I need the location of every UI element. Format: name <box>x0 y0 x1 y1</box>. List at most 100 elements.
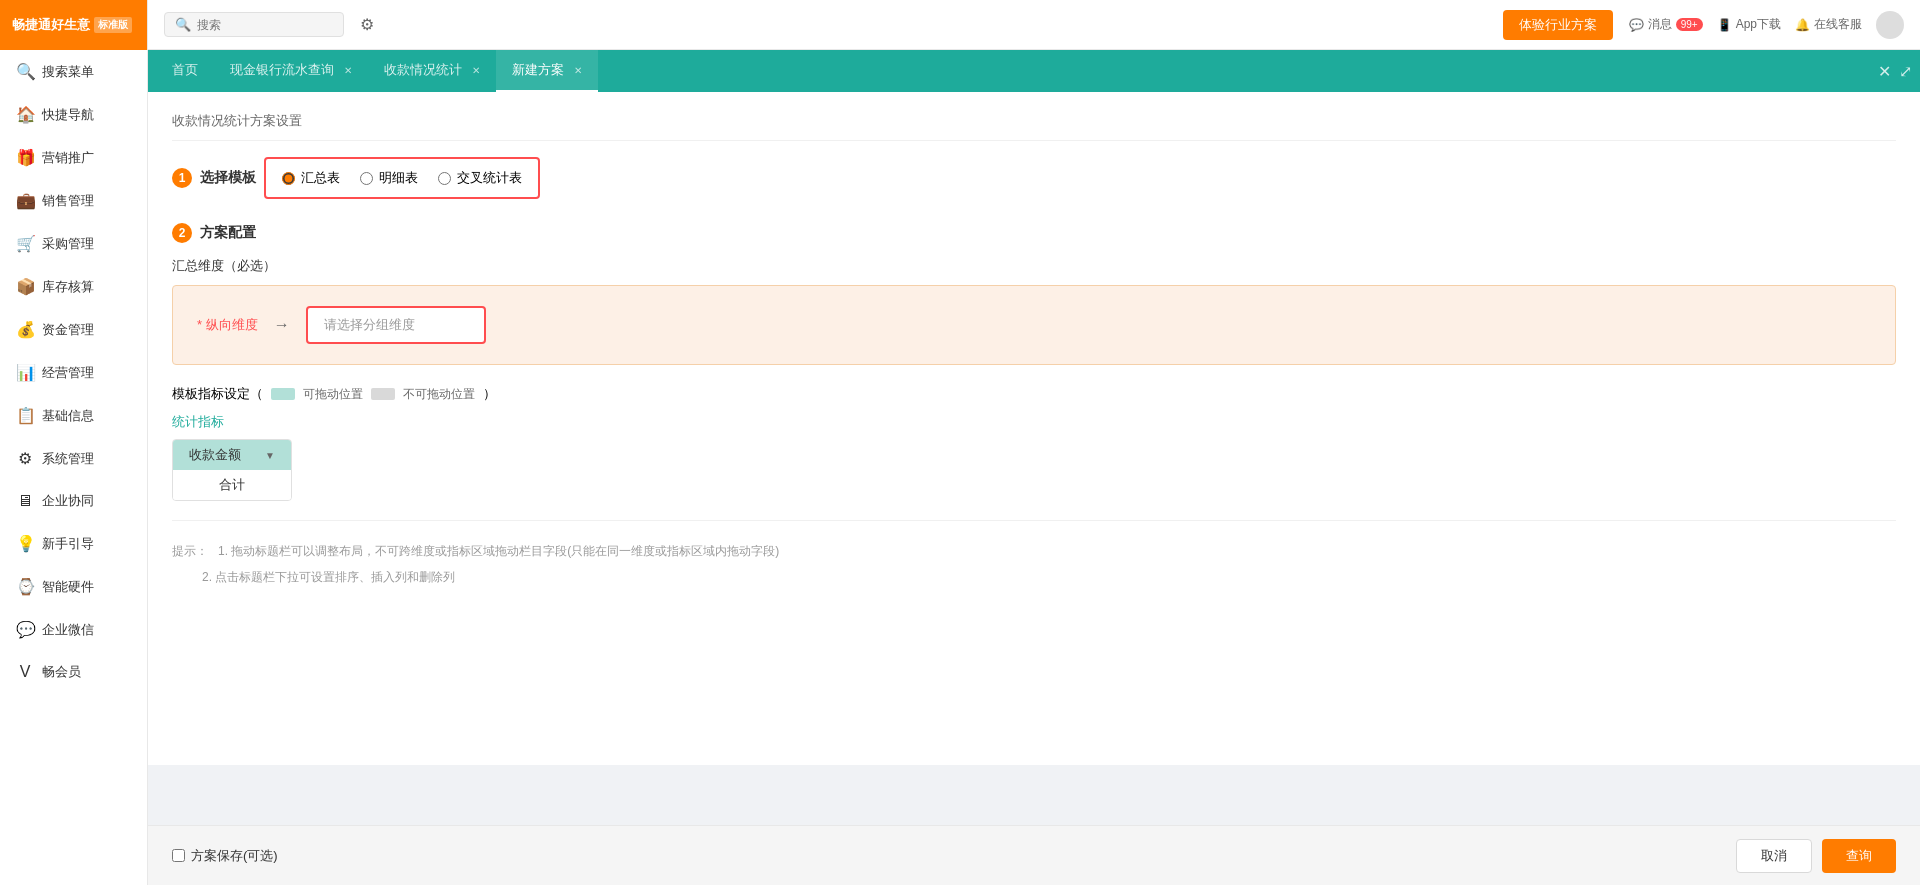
tips-prefix: 提示： <box>172 544 215 558</box>
header: 🔍 ⚙ 体验行业方案 💬 消息 99+ 📱 App下载 🔔 在线客服 <box>148 0 1920 50</box>
sidebar-item-finance[interactable]: 💰 资金管理 <box>0 308 147 351</box>
app-download-btn[interactable]: 📱 App下载 <box>1717 16 1781 33</box>
sales-icon: 💼 <box>16 191 34 210</box>
app-download-label: App下载 <box>1736 16 1781 33</box>
sidebar-item-label-quick-nav: 快捷导航 <box>42 106 94 124</box>
brand-name: 畅捷通好生意 <box>12 16 90 34</box>
search-icon: 🔍 <box>175 17 191 32</box>
dimension-arrow: → <box>274 316 290 334</box>
section1-title: 选择模板 <box>200 169 256 187</box>
sidebar-item-corp-collab[interactable]: 🖥 企业协同 <box>0 480 147 522</box>
tabs-bar: 首页现金银行流水查询✕收款情况统计✕新建方案✕ ✕ ⤢ <box>148 50 1920 92</box>
sidebar-item-search-menu[interactable]: 🔍 搜索菜单 <box>0 50 147 93</box>
sidebar-item-label-corp-wechat: 企业微信 <box>42 621 94 639</box>
query-button[interactable]: 查询 <box>1822 839 1896 873</box>
stat-section-label: 统计指标 <box>172 413 1896 431</box>
movable-indicator <box>271 388 295 400</box>
sidebar-item-label-finance: 资金管理 <box>42 321 94 339</box>
sidebar-item-basic-info[interactable]: 📋 基础信息 <box>0 394 147 437</box>
header-actions: 体验行业方案 💬 消息 99+ 📱 App下载 🔔 在线客服 <box>1503 10 1904 40</box>
stat-table-header[interactable]: 收款金额 ▼ <box>173 440 291 470</box>
fixed-label: 不可拖动位置 <box>403 386 475 403</box>
system-icon: ⚙ <box>16 449 34 468</box>
tab-new-plan[interactable]: 新建方案✕ <box>496 50 598 92</box>
footer-actions: 取消 查询 <box>1736 839 1896 873</box>
sidebar-item-guide[interactable]: 💡 新手引导 <box>0 522 147 565</box>
radio-cross-input[interactable] <box>438 172 451 185</box>
tab-close-new-plan[interactable]: ✕ <box>574 65 582 76</box>
sidebar-item-purchase[interactable]: 🛒 采购管理 <box>0 222 147 265</box>
marketing-icon: 🎁 <box>16 148 34 167</box>
settings-icon[interactable]: ⚙ <box>360 15 374 34</box>
sidebar-logo: 畅捷通好生意 标准版 <box>0 0 147 50</box>
sidebar-item-smart-hw[interactable]: ⌚ 智能硬件 <box>0 565 147 608</box>
search-menu-icon: 🔍 <box>16 62 34 81</box>
save-label: 方案保存(可选) <box>191 847 278 865</box>
divider <box>172 520 1896 521</box>
indicators-hint: 模板指标设定（ 可拖动位置 不可拖动位置 ） <box>172 385 1896 403</box>
template-options: 汇总表 明细表 交叉统计表 <box>264 157 540 199</box>
tab-close-collection-stat[interactable]: ✕ <box>472 65 480 76</box>
dimension-group-title: 汇总维度（必选） <box>172 257 1896 275</box>
sidebar-item-inventory[interactable]: 📦 库存核算 <box>0 265 147 308</box>
radio-cross[interactable]: 交叉统计表 <box>438 169 522 187</box>
section2-header: 2 方案配置 <box>172 223 1896 243</box>
online-service-btn[interactable]: 🔔 在线客服 <box>1795 16 1862 33</box>
sidebar-item-label-inventory: 库存核算 <box>42 278 94 296</box>
stat-column-header: 收款金额 <box>189 446 241 464</box>
section-template: 1 选择模板 汇总表 明细表 交叉统计表 <box>172 157 1896 199</box>
stat-table-row: 合计 <box>173 470 291 500</box>
message-btn[interactable]: 💬 消息 99+ <box>1629 16 1703 33</box>
chevron-down-icon[interactable]: ▼ <box>265 450 275 461</box>
sidebar-item-label-corp-collab: 企业协同 <box>42 492 94 510</box>
radio-detail-label: 明细表 <box>379 169 418 187</box>
guide-icon: 💡 <box>16 534 34 553</box>
brand-badge: 标准版 <box>94 17 132 33</box>
search-box[interactable]: 🔍 <box>164 12 344 37</box>
radio-summary[interactable]: 汇总表 <box>282 169 340 187</box>
sidebar-item-marketing[interactable]: 🎁 营销推广 <box>0 136 147 179</box>
main-area: 🔍 ⚙ 体验行业方案 💬 消息 99+ 📱 App下载 🔔 在线客服 <box>148 0 1920 885</box>
save-checkbox-label[interactable]: 方案保存(可选) <box>172 847 278 865</box>
sidebar-item-label-sales: 销售管理 <box>42 192 94 210</box>
dimension-select-btn[interactable]: 请选择分组维度 <box>306 306 486 344</box>
radio-detail[interactable]: 明细表 <box>360 169 418 187</box>
dimension-row: * 纵向维度 → 请选择分组维度 <box>197 306 1871 344</box>
search-input[interactable] <box>197 18 317 32</box>
sidebar-item-membership[interactable]: V 畅会员 <box>0 651 147 693</box>
section2-num: 2 <box>172 223 192 243</box>
user-avatar[interactable] <box>1876 11 1904 39</box>
sidebar-item-label-search-menu: 搜索菜单 <box>42 63 94 81</box>
header-icon-group: 💬 消息 99+ 📱 App下载 🔔 在线客服 <box>1629 11 1904 39</box>
sidebar-item-sales[interactable]: 💼 销售管理 <box>0 179 147 222</box>
content-inner: 收款情况统计方案设置 1 选择模板 汇总表 明细表 <box>148 92 1920 765</box>
sidebar-item-quick-nav[interactable]: 🏠 快捷导航 <box>0 93 147 136</box>
radio-detail-input[interactable] <box>360 172 373 185</box>
tab-collection-stat[interactable]: 收款情况统计✕ <box>368 50 496 92</box>
message-label: 消息 <box>1648 16 1672 33</box>
industry-btn[interactable]: 体验行业方案 <box>1503 10 1613 40</box>
indicators-label-text: 模板指标设定（ <box>172 385 263 403</box>
page-title: 收款情况统计方案设置 <box>172 112 1896 141</box>
cancel-button[interactable]: 取消 <box>1736 839 1812 873</box>
sidebar-item-label-basic-info: 基础信息 <box>42 407 94 425</box>
sidebar-item-label-marketing: 营销推广 <box>42 149 94 167</box>
app-icon: 📱 <box>1717 18 1732 32</box>
dimension-box: * 纵向维度 → 请选择分组维度 <box>172 285 1896 365</box>
tips-title: 提示： 1. 拖动标题栏可以调整布局，不可跨维度或指标区域拖动栏目字段(只能在同… <box>172 541 1896 563</box>
sidebar-item-label-membership: 畅会员 <box>42 663 81 681</box>
service-icon: 🔔 <box>1795 18 1810 32</box>
sidebar-item-operations[interactable]: 📊 经营管理 <box>0 351 147 394</box>
close-window-icon[interactable]: ✕ <box>1878 62 1891 81</box>
quick-nav-icon: 🏠 <box>16 105 34 124</box>
save-checkbox[interactable] <box>172 849 185 862</box>
tab-home[interactable]: 首页 <box>156 50 214 92</box>
sidebar-item-label-smart-hw: 智能硬件 <box>42 578 94 596</box>
footer: 方案保存(可选) 取消 查询 <box>148 825 1920 885</box>
tab-close-bank-flow[interactable]: ✕ <box>344 65 352 76</box>
sidebar-item-system[interactable]: ⚙ 系统管理 <box>0 437 147 480</box>
radio-summary-input[interactable] <box>282 172 295 185</box>
sidebar-item-corp-wechat[interactable]: 💬 企业微信 <box>0 608 147 651</box>
maximize-icon[interactable]: ⤢ <box>1899 62 1912 81</box>
tab-bank-flow[interactable]: 现金银行流水查询✕ <box>214 50 368 92</box>
